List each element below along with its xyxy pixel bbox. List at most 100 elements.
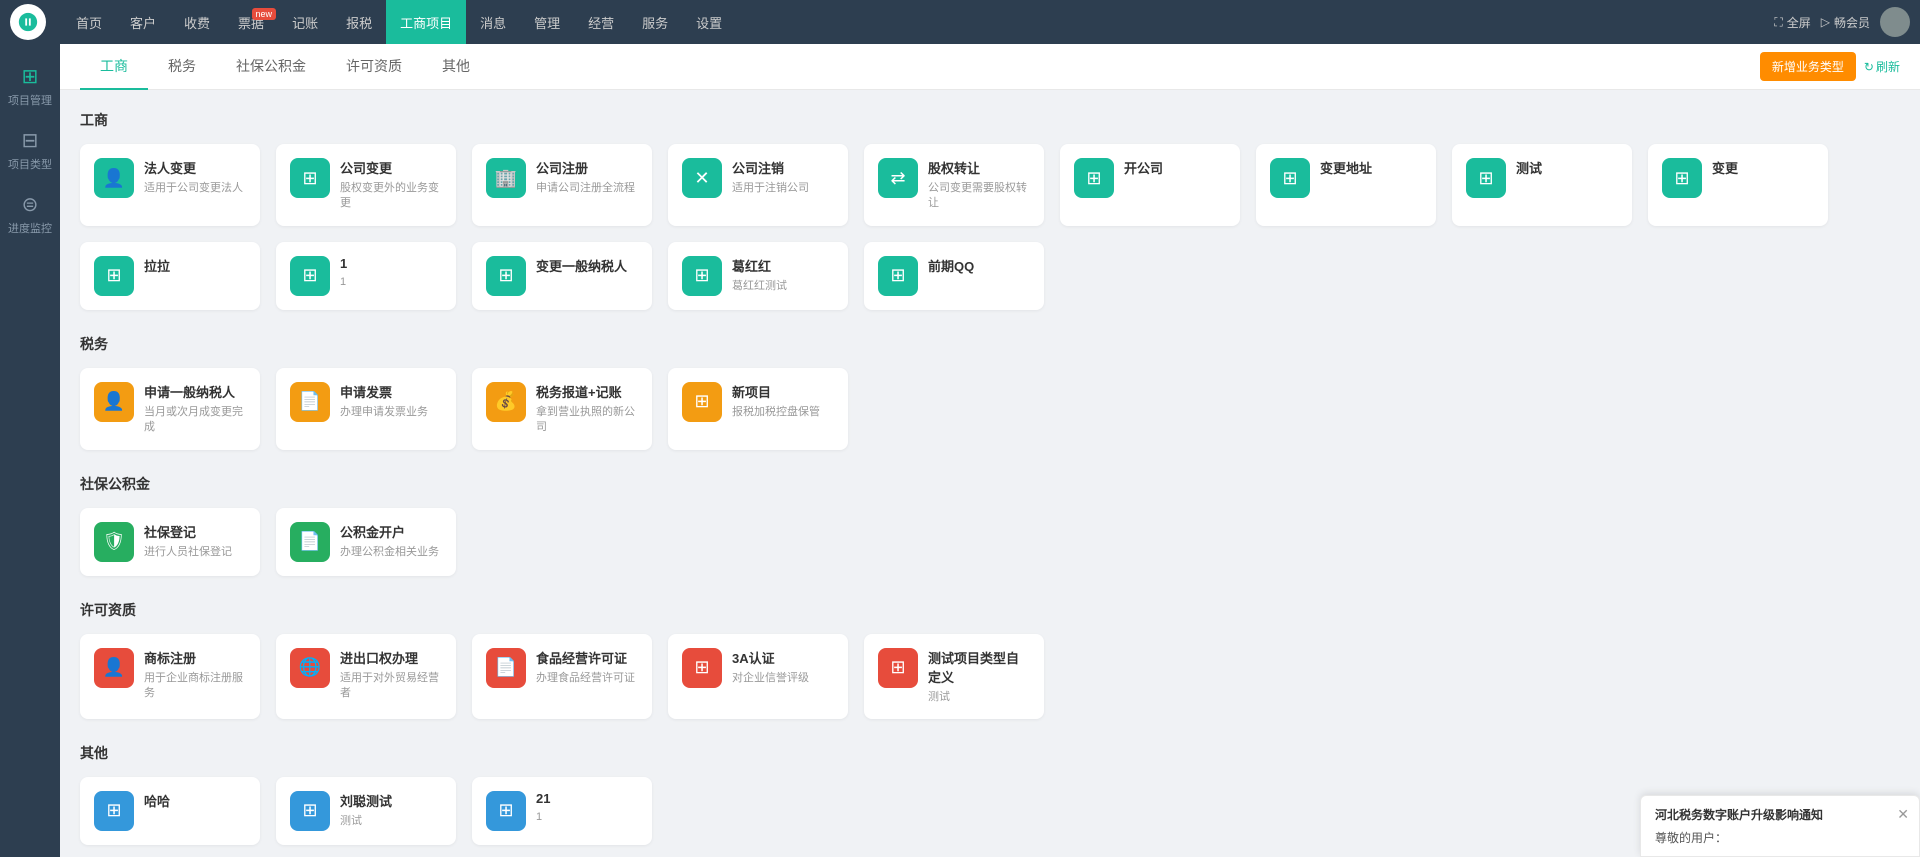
card-name-ceshi: 测试 [1516,158,1618,177]
section-title-qita: 其他 [80,743,1900,763]
card-icon-gehonghong: ⊞ [682,256,722,296]
card-biangeng-dizhi[interactable]: ⊞ 变更地址 [1256,144,1436,226]
card-info-shenqing-nsr: 申请一般纳税人 当月或次月成变更完成 [144,382,246,436]
card-icon-kai: ⊞ [1074,158,1114,198]
card-icon-21: ⊞ [486,791,526,831]
card-icon-xin-xm: ⊞ [682,382,722,422]
card-shenqing-nsr[interactable]: 👤 申请一般纳税人 当月或次月成变更完成 [80,368,260,450]
card-lala[interactable]: ⊞ 拉拉 [80,242,260,310]
tab-xuke[interactable]: 许可资质 [326,44,422,90]
card-name-21: 21 [536,791,638,806]
fullscreen-button[interactable]: ⛶ 全屏 [1774,14,1810,31]
card-biangeng-nsr[interactable]: ⊞ 变更一般纳税人 [472,242,652,310]
notification-close-button[interactable]: ✕ [1897,806,1909,823]
card-icon-shuiwu-bd: 💰 [486,382,526,422]
card-gongsi-zhuce[interactable]: 🏢 公司注册 申请公司注册全流程 [472,144,652,226]
sidebar-item-project-type[interactable]: ⊟ 项目类型 [0,118,60,182]
content-area: 工商 税务 社保公积金 许可资质 其他 新增业务类型 ↻ 刷新 工商 👤 法人变… [60,44,1920,857]
nav-operation[interactable]: 经营 [574,0,628,44]
card-shenqing-fp[interactable]: 📄 申请发票 办理申请发票业务 [276,368,456,450]
sidebar: ⊞ 项目管理 ⊟ 项目类型 ⊜ 进度监控 [0,44,60,857]
grid-icon: ⊞ [18,64,42,88]
section-title-gongshang: 工商 [80,110,1900,130]
card-name-shebao: 社保登记 [144,522,246,541]
card-icon-gongsi-zx: ✕ [682,158,722,198]
card-desc-jinchukouquan: 适用于对外贸易经营者 [340,671,442,702]
card-name-kai: 开公司 [1124,158,1226,177]
nav-bookkeeping[interactable]: 记账 [278,0,332,44]
tab-shuiwu[interactable]: 税务 [148,44,216,90]
tab-qita[interactable]: 其他 [422,44,490,90]
sidebar-item-progress[interactable]: ⊜ 进度监控 [0,182,60,246]
nav-right: ⛶ 全屏 ▷ 畅会员 [1774,7,1910,37]
card-ceshi-zidingyi[interactable]: ⊞ 测试项目类型自定义 测试 [864,634,1044,719]
card-name-shipin: 食品经营许可证 [536,648,638,667]
card-gongsi-zhuxiao[interactable]: ✕ 公司注销 适用于注销公司 [668,144,848,226]
card-icon-biangeng2: ⊞ [1662,158,1702,198]
card-icon-shebao: 🛡 [94,522,134,562]
nav-customer[interactable]: 客户 [116,0,170,44]
card-name-gongsi-bg: 公司变更 [340,158,442,177]
card-icon-gjj: 📄 [290,522,330,562]
refresh-button[interactable]: ↻ 刷新 [1864,58,1900,75]
card-info-gehonghong: 葛红红 葛红红测试 [732,256,834,294]
section-title-shuiwu: 税务 [80,334,1900,354]
user-avatar[interactable] [1880,7,1910,37]
tab-gongshang[interactable]: 工商 [80,44,148,90]
add-type-button[interactable]: 新增业务类型 [1760,52,1856,81]
card-info-biangeng2: 变更 [1712,158,1814,181]
card-liucong[interactable]: ⊞ 刘聪测试 测试 [276,777,456,845]
card-name-3a: 3A认证 [732,648,834,667]
card-gongsi-biangeng[interactable]: ⊞ 公司变更 股权变更外的业务变更 [276,144,456,226]
nav-tax[interactable]: 报税 [332,0,386,44]
nav-admin[interactable]: 管理 [520,0,574,44]
card-shangbiao[interactable]: 👤 商标注册 用于企业商标注册服务 [80,634,260,719]
card-kai-gongsi[interactable]: ⊞ 开公司 [1060,144,1240,226]
card-jinchukouquan[interactable]: 🌐 进出口权办理 适用于对外贸易经营者 [276,634,456,719]
card-haha[interactable]: ⊞ 哈哈 [80,777,260,845]
card-fazren-biangeng[interactable]: 👤 法人变更 适用于公司变更法人 [80,144,260,226]
card-ceshi[interactable]: ⊞ 测试 [1452,144,1632,226]
tab-shebao[interactable]: 社保公积金 [216,44,326,90]
sidebar-item-project-management[interactable]: ⊞ 项目管理 [0,54,60,118]
card-shipin-xkz[interactable]: 📄 食品经营许可证 办理食品经营许可证 [472,634,652,719]
card-21[interactable]: ⊞ 21 1 [472,777,652,845]
nav-service[interactable]: 服务 [628,0,682,44]
card-gehonghong[interactable]: ⊞ 葛红红 葛红红测试 [668,242,848,310]
card-info-shuiwu-bd: 税务报道+记账 拿到营业执照的新公司 [536,382,638,436]
nav-business[interactable]: 工商项目 [386,0,466,44]
card-shebao-dengji[interactable]: 🛡 社保登记 进行人员社保登记 [80,508,260,576]
tab-actions: 新增业务类型 ↻ 刷新 [1760,52,1900,81]
nav-message[interactable]: 消息 [466,0,520,44]
card-info-haha: 哈哈 [144,791,246,814]
card-qianqiQQ[interactable]: ⊞ 前期QQ [864,242,1044,310]
nav-fee[interactable]: 收费 [170,0,224,44]
card-desc-xin-xm: 报税加税控盘保管 [732,405,834,420]
card-biangeng2[interactable]: ⊞ 变更 [1648,144,1828,226]
card-desc-gjj: 办理公积金相关业务 [340,545,442,560]
card-icon-ceshi-zdy: ⊞ [878,648,918,688]
card-3a-renzheng[interactable]: ⊞ 3A认证 对企业信誉评级 [668,634,848,719]
sidebar-label-project-management: 项目管理 [8,92,52,108]
vip-button[interactable]: ▷ 畅会员 [1821,14,1870,31]
card-xin-xiangmu[interactable]: ⊞ 新项目 报税加税控盘保管 [668,368,848,450]
card-info-fazren: 法人变更 适用于公司变更法人 [144,158,246,196]
card-name-shangbiao: 商标注册 [144,648,246,667]
card-name-gehonghong: 葛红红 [732,256,834,275]
card-name-guquan: 股权转让 [928,158,1030,177]
card-name-lala: 拉拉 [144,256,246,275]
card-desc-ceshi-zdy: 测试 [928,690,1030,705]
card-guquan-zhuanrang[interactable]: ⇄ 股权转让 公司变更需要股权转让 [864,144,1044,226]
nav-settings[interactable]: 设置 [682,0,736,44]
card-one[interactable]: ⊞ 1 1 [276,242,456,310]
card-icon-fazren: 👤 [94,158,134,198]
nav-home[interactable]: 首页 [62,0,116,44]
card-gjj-kaihu[interactable]: 📄 公积金开户 办理公积金相关业务 [276,508,456,576]
card-desc-shangbiao: 用于企业商标注册服务 [144,671,246,702]
cards-grid-gongshang: 👤 法人变更 适用于公司变更法人 ⊞ 公司变更 股权变更外的业务变更 🏢 [80,144,1900,310]
card-name-one: 1 [340,256,442,271]
nav-invoice[interactable]: 票据 new [224,0,278,44]
card-shuiwu-baodao[interactable]: 💰 税务报道+记账 拿到营业执照的新公司 [472,368,652,450]
card-icon-qianqi: ⊞ [878,256,918,296]
card-icon-guquan: ⇄ [878,158,918,198]
